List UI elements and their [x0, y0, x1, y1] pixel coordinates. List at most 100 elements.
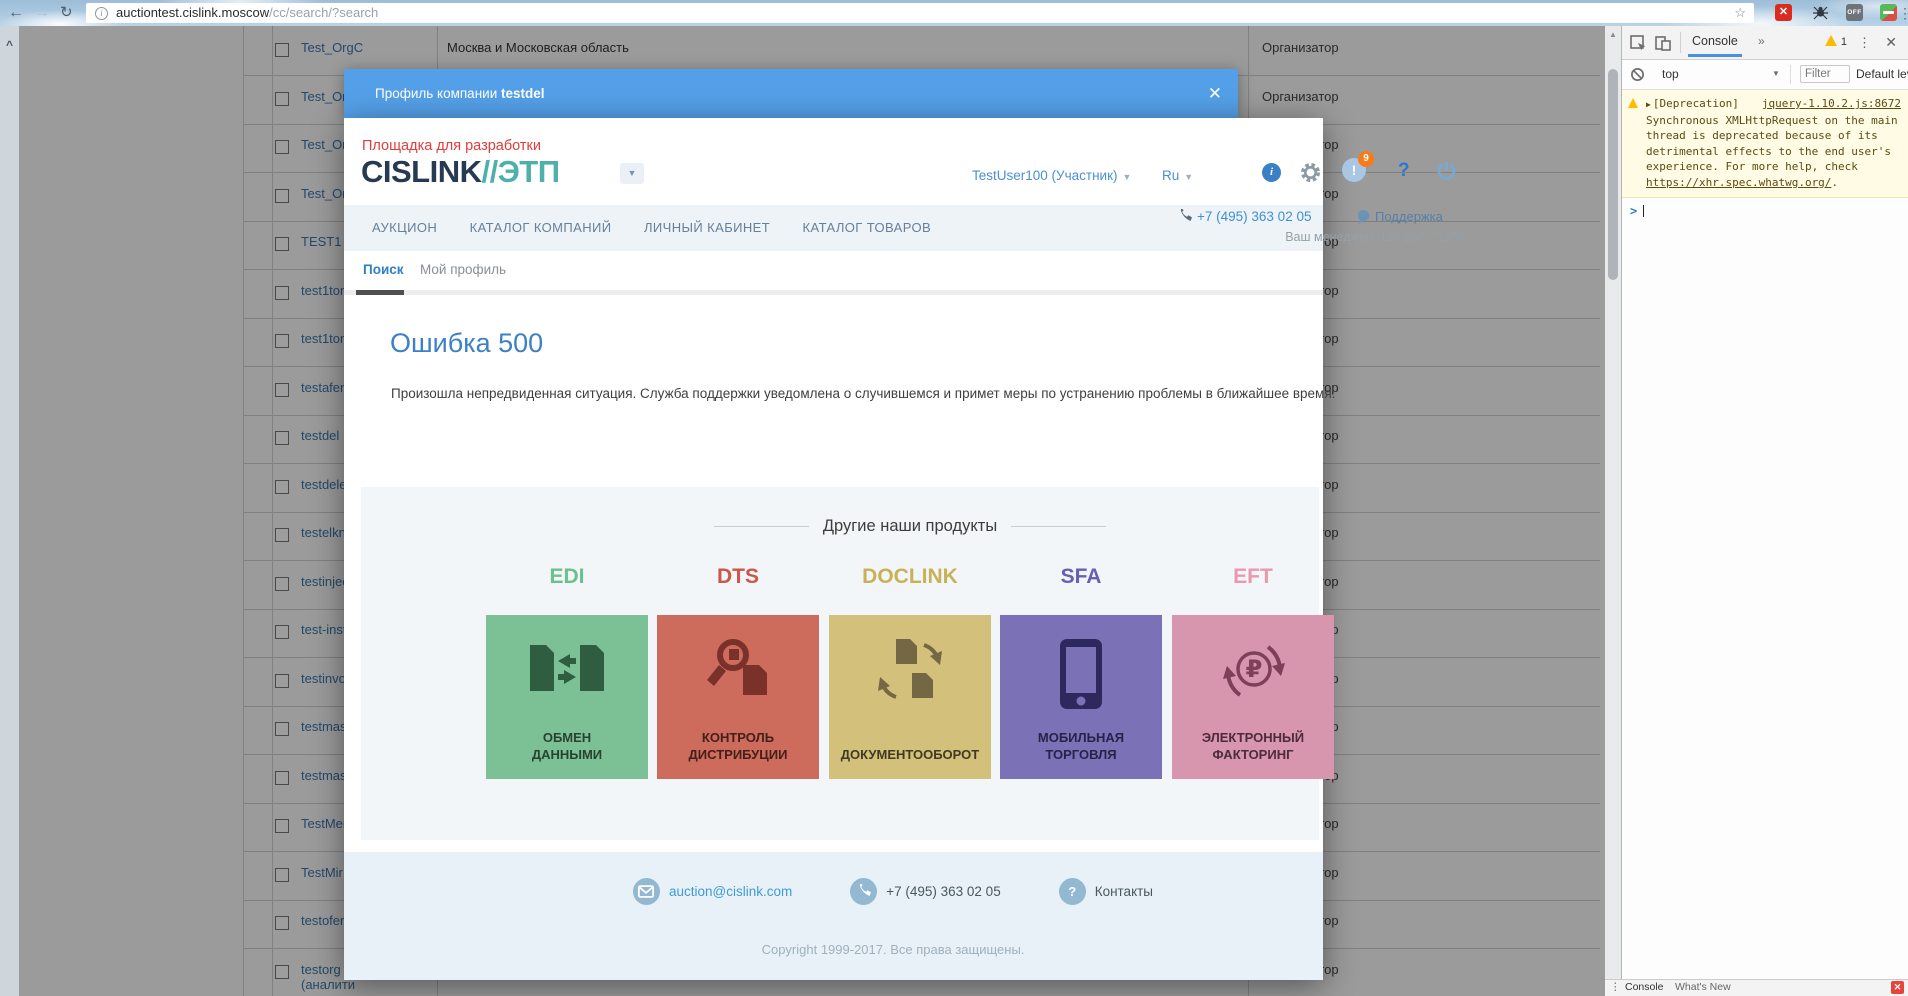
- clear-console-icon[interactable]: [1630, 67, 1645, 82]
- console-source-link[interactable]: jquery-1.10.2.js:8672: [1762, 96, 1901, 112]
- nav-personal-cabinet[interactable]: ЛИЧНЫЙ КАБИНЕТ: [644, 205, 770, 251]
- modal-close-icon[interactable]: ✕: [1208, 69, 1222, 118]
- left-scroll-strip[interactable]: ^: [0, 26, 19, 996]
- devtools-close-icon[interactable]: ✕: [1885, 26, 1897, 59]
- product-name-edi[interactable]: EDI: [486, 565, 648, 589]
- console-prompt[interactable]: >: [1622, 198, 1908, 224]
- inspect-element-icon[interactable]: [1630, 35, 1646, 51]
- product-name-sfa[interactable]: SFA: [1000, 565, 1162, 589]
- dev-platform-tagline: Площадка для разработки: [362, 138, 541, 154]
- url-text[interactable]: auctiontest.cislink.moscow/cc/search/?se…: [116, 3, 378, 23]
- eft-tile[interactable]: ₽ ЭЛЕКТРОННЫЙ ФАКТОРИНГ: [1172, 615, 1334, 779]
- text-cursor: [1643, 205, 1645, 217]
- page-scrollbar[interactable]: ▲: [1605, 26, 1621, 996]
- error-title: Ошибка 500: [390, 328, 544, 358]
- screen: ← → ↻ i auctiontest.cislink.moscow/cc/se…: [0, 0, 1908, 996]
- edi-tile[interactable]: ОБМЕН ДАННЫМИ: [486, 615, 648, 779]
- page-info-icon[interactable]: i: [95, 7, 108, 20]
- products-section: Другие наши продукты EDI DTS DOCLINK SFA…: [361, 487, 1334, 840]
- divider: [713, 526, 809, 527]
- documents-cycle-icon: [878, 639, 942, 699]
- header-phone[interactable]: +7 (495) 363 02 05: [1178, 207, 1311, 224]
- notification-badge: 9: [1358, 151, 1374, 167]
- modal-title: Профиль компании testdel: [375, 86, 545, 101]
- console-spec-link[interactable]: https://xhr.spec.whatwg.org/: [1646, 176, 1831, 189]
- modal-header: Профиль компании testdel ✕: [344, 69, 1238, 118]
- power-logout-icon[interactable]: [1436, 160, 1457, 186]
- console-levels-select[interactable]: Default lev: [1856, 60, 1908, 88]
- console-context-select[interactable]: top: [1662, 60, 1679, 88]
- console-filter-input[interactable]: Filter: [1800, 65, 1850, 83]
- modal-footer: auction@cislink.com +7 (495) 363 02 05 ?…: [344, 852, 1323, 980]
- device-toolbar-icon[interactable]: [1655, 35, 1671, 51]
- divider: [1680, 32, 1681, 53]
- chevron-down-icon: ▼: [1184, 172, 1194, 182]
- question-circle-icon: ?: [1058, 878, 1086, 905]
- back-icon[interactable]: ←: [8, 0, 24, 26]
- bookmark-star-icon[interactable]: ☆: [1734, 3, 1746, 23]
- devtools-more-tabs-icon[interactable]: »: [1758, 26, 1765, 57]
- chat-icon: [1357, 209, 1370, 224]
- console-toolbar: top ▼ Filter Default lev: [1622, 60, 1908, 90]
- help-icon[interactable]: ?: [1398, 160, 1410, 182]
- divider: [1011, 526, 1107, 527]
- info-icon[interactable]: i: [1262, 163, 1281, 182]
- nav-goods-catalog[interactable]: КАТАЛОГ ТОВАРОВ: [803, 205, 932, 251]
- divider: [1790, 65, 1791, 84]
- main-nav: АУКЦИОН КАТАЛОГ КОМПАНИЙ ЛИЧНЫЙ КАБИНЕТ …: [344, 205, 1323, 251]
- magnifier-document-icon: [707, 639, 767, 695]
- scroll-up-icon[interactable]: ^: [0, 38, 19, 52]
- devtools-tab-console[interactable]: Console: [1688, 26, 1742, 57]
- dts-tile[interactable]: КОНТРОЛЬ ДИСТРИБУЦИИ: [657, 615, 819, 779]
- devtools-toolbar: Console » 1 ⋮ ✕: [1622, 26, 1908, 60]
- extension-spider-icon[interactable]: [1812, 4, 1829, 21]
- reload-icon[interactable]: ↻: [60, 0, 73, 26]
- extension-x-icon[interactable]: ✕: [1775, 4, 1792, 21]
- extension-off-icon[interactable]: OFF: [1846, 4, 1863, 21]
- cislink-logo[interactable]: CISLINK//ЭТП: [361, 154, 560, 190]
- nav-company-catalog[interactable]: КАТАЛОГ КОМПАНИЙ: [470, 205, 612, 251]
- support-link[interactable]: Поддержка: [1356, 209, 1443, 224]
- drawer-tab-whats-new[interactable]: What's New: [1675, 980, 1731, 995]
- devtools-menu-icon[interactable]: ⋮: [1858, 26, 1871, 59]
- browser-menu-icon[interactable]: ⋮: [1898, 1, 1908, 25]
- gear-icon[interactable]: [1300, 162, 1321, 188]
- extension-wallet-icon[interactable]: [1880, 4, 1897, 21]
- product-name-doclink[interactable]: DOCLINK: [829, 565, 991, 589]
- product-name-dts[interactable]: DTS: [657, 565, 819, 589]
- copyright: Copyright 1999-2017. Все права защищены.: [761, 942, 1025, 957]
- chevron-down-icon: ▼: [1122, 172, 1132, 182]
- drawer-menu-icon[interactable]: ⋮: [1610, 980, 1621, 995]
- user-menu[interactable]: TestUser100 (Участник) ▼: [972, 168, 1131, 183]
- drawer-tab-console[interactable]: Console: [1625, 980, 1664, 995]
- footer-contacts-link[interactable]: ? Контакты: [1058, 878, 1153, 905]
- devtools-warning-count[interactable]: 1: [1824, 35, 1847, 48]
- products-title-row: Другие наши продукты: [486, 517, 1334, 536]
- warning-triangle-icon: [1628, 98, 1638, 108]
- envelope-icon: [632, 878, 660, 905]
- forward-icon[interactable]: →: [34, 0, 50, 26]
- nav-auction[interactable]: АУКЦИОН: [372, 205, 437, 251]
- doclink-tile[interactable]: ДОКУМЕНТООБОРОТ: [829, 615, 991, 779]
- tab-my-profile[interactable]: Мой профиль: [420, 262, 506, 277]
- drawer-close-icon[interactable]: ✕: [1891, 981, 1904, 994]
- ruble-cycle-icon: ₽: [1223, 645, 1285, 697]
- footer-email[interactable]: auction@cislink.com: [632, 878, 792, 905]
- product-name-eft[interactable]: EFT: [1172, 565, 1334, 589]
- spider-icon: [1813, 6, 1828, 20]
- warning-triangle-icon: [1824, 35, 1837, 46]
- sfa-tile[interactable]: МОБИЛЬНАЯ ТОРГОВЛЯ: [1000, 615, 1162, 779]
- language-menu[interactable]: Ru ▼: [1162, 168, 1193, 183]
- footer-phone: +7 (495) 363 02 05: [850, 878, 1001, 905]
- scrollbar-thumb[interactable]: [1608, 69, 1618, 280]
- products-title: Другие наши продукты: [822, 517, 998, 535]
- error-message: Произошла непредвиденная ситуация. Служб…: [391, 386, 1336, 401]
- tab-search[interactable]: Поиск: [363, 262, 404, 277]
- svg-text:₽: ₽: [1246, 655, 1263, 683]
- logo-dropdown-button[interactable]: ▼: [620, 163, 644, 184]
- notifications-icon[interactable]: ! 9: [1342, 151, 1374, 182]
- phone-icon: [850, 878, 878, 905]
- expand-caret-icon[interactable]: ▶: [1646, 100, 1651, 109]
- scrollbar-up-icon[interactable]: ▲: [1605, 30, 1621, 39]
- address-bar[interactable]: i auctiontest.cislink.moscow/cc/search/?…: [86, 3, 1754, 23]
